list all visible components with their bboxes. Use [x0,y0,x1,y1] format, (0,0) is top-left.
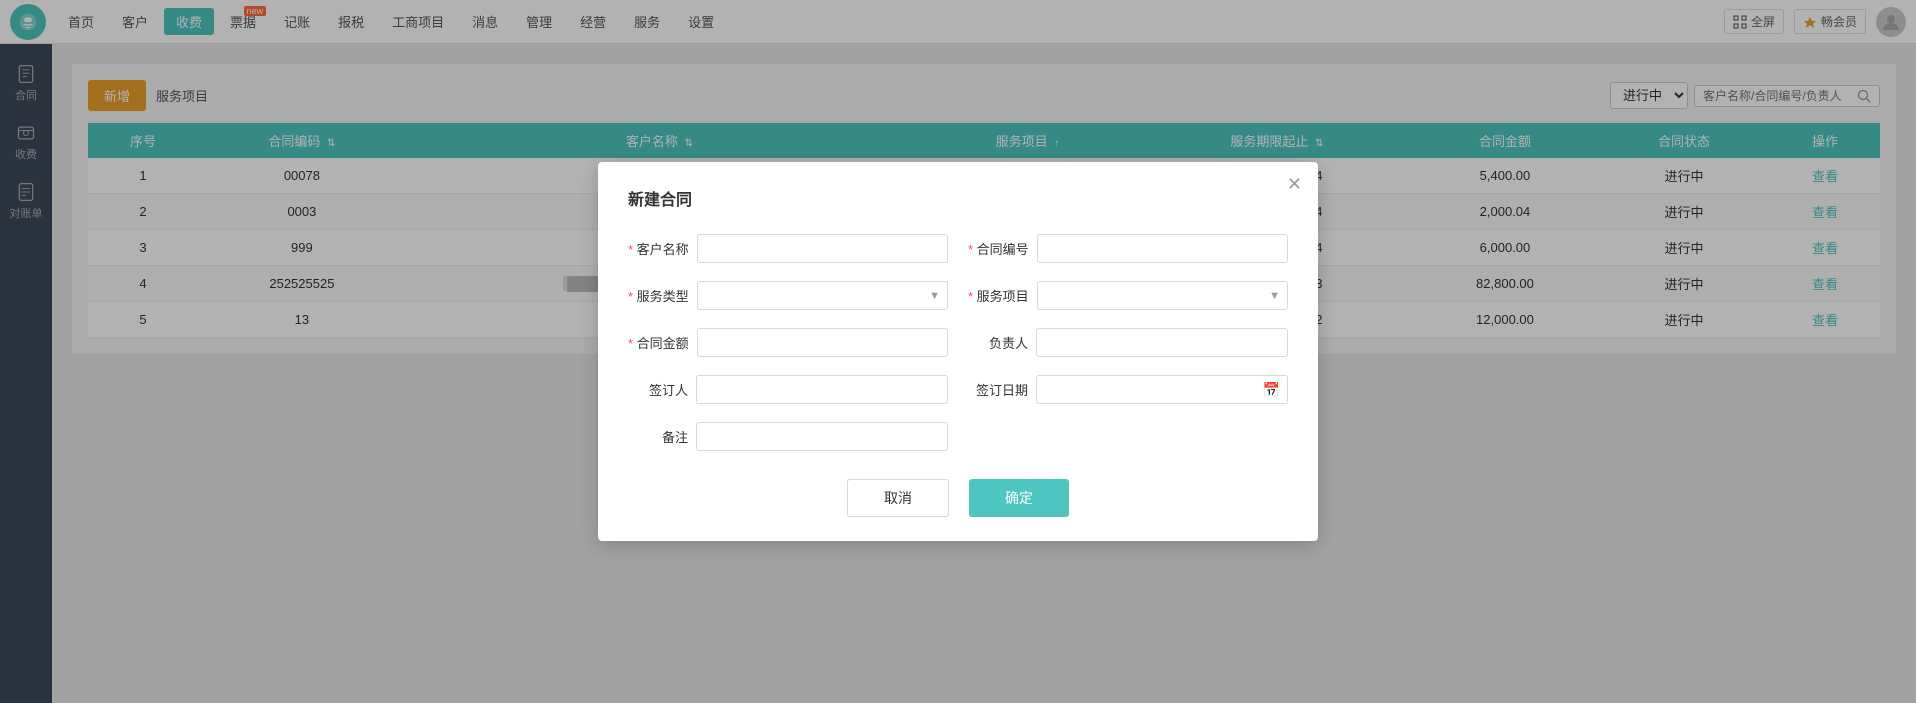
contract-no-label: 合同编号 [968,239,1029,258]
service-item-wrap: ▼ [1037,281,1288,310]
form-field-amount: 合同金额 0.00 [628,328,948,357]
service-type-select[interactable] [697,281,948,310]
contract-amount-input[interactable]: 0.00 [697,328,948,357]
person-label: 负责人 [968,333,1028,352]
form-field-signer: 签订人 [628,375,948,404]
form-row-5: 备注 [628,422,1288,451]
cancel-button[interactable]: 取消 [847,479,949,517]
signer-label: 签订人 [628,380,688,399]
form-field-service-type: 服务类型 ▼ [628,281,948,310]
customer-name-label: 客户名称 [628,239,689,258]
form-row-4: 签订人 签订日期 2023-06-06 📅 [628,375,1288,404]
modal-footer: 取消 确定 [628,479,1288,517]
form-field-person: 负责人 [968,328,1288,357]
service-item-select[interactable] [1037,281,1288,310]
contract-amount-label: 合同金额 [628,333,689,352]
modal-overlay: ✕ 新建合同 客户名称 合同编号 服务类型 ▼ 服务项目 [0,0,1916,703]
sign-date-input[interactable]: 2023-06-06 [1036,375,1288,404]
confirm-button[interactable]: 确定 [969,479,1069,517]
form-field-remark: 备注 [628,422,948,451]
form-field-contract-no: 合同编号 [968,234,1288,263]
form-field-customer: 客户名称 [628,234,948,263]
remark-input[interactable] [696,422,948,451]
form-row-1: 客户名称 合同编号 [628,234,1288,263]
service-type-wrap: ▼ [697,281,948,310]
form-row-2: 服务类型 ▼ 服务项目 ▼ [628,281,1288,310]
person-input[interactable] [1036,328,1288,357]
form-row-3: 合同金额 0.00 负责人 [628,328,1288,357]
customer-name-input[interactable] [697,234,948,263]
form-field-service-item: 服务项目 ▼ [968,281,1288,310]
new-contract-modal: ✕ 新建合同 客户名称 合同编号 服务类型 ▼ 服务项目 [598,162,1318,541]
sign-date-label: 签订日期 [968,380,1028,399]
contract-no-input[interactable] [1037,234,1288,263]
service-item-label: 服务项目 [968,286,1029,305]
signer-input[interactable] [696,375,948,404]
service-type-label: 服务类型 [628,286,689,305]
modal-close-button[interactable]: ✕ [1287,174,1302,195]
remark-label: 备注 [628,427,688,446]
modal-title: 新建合同 [628,186,1288,210]
form-field-sign-date: 签订日期 2023-06-06 📅 [968,375,1288,404]
sign-date-wrap: 2023-06-06 📅 [1036,375,1288,404]
